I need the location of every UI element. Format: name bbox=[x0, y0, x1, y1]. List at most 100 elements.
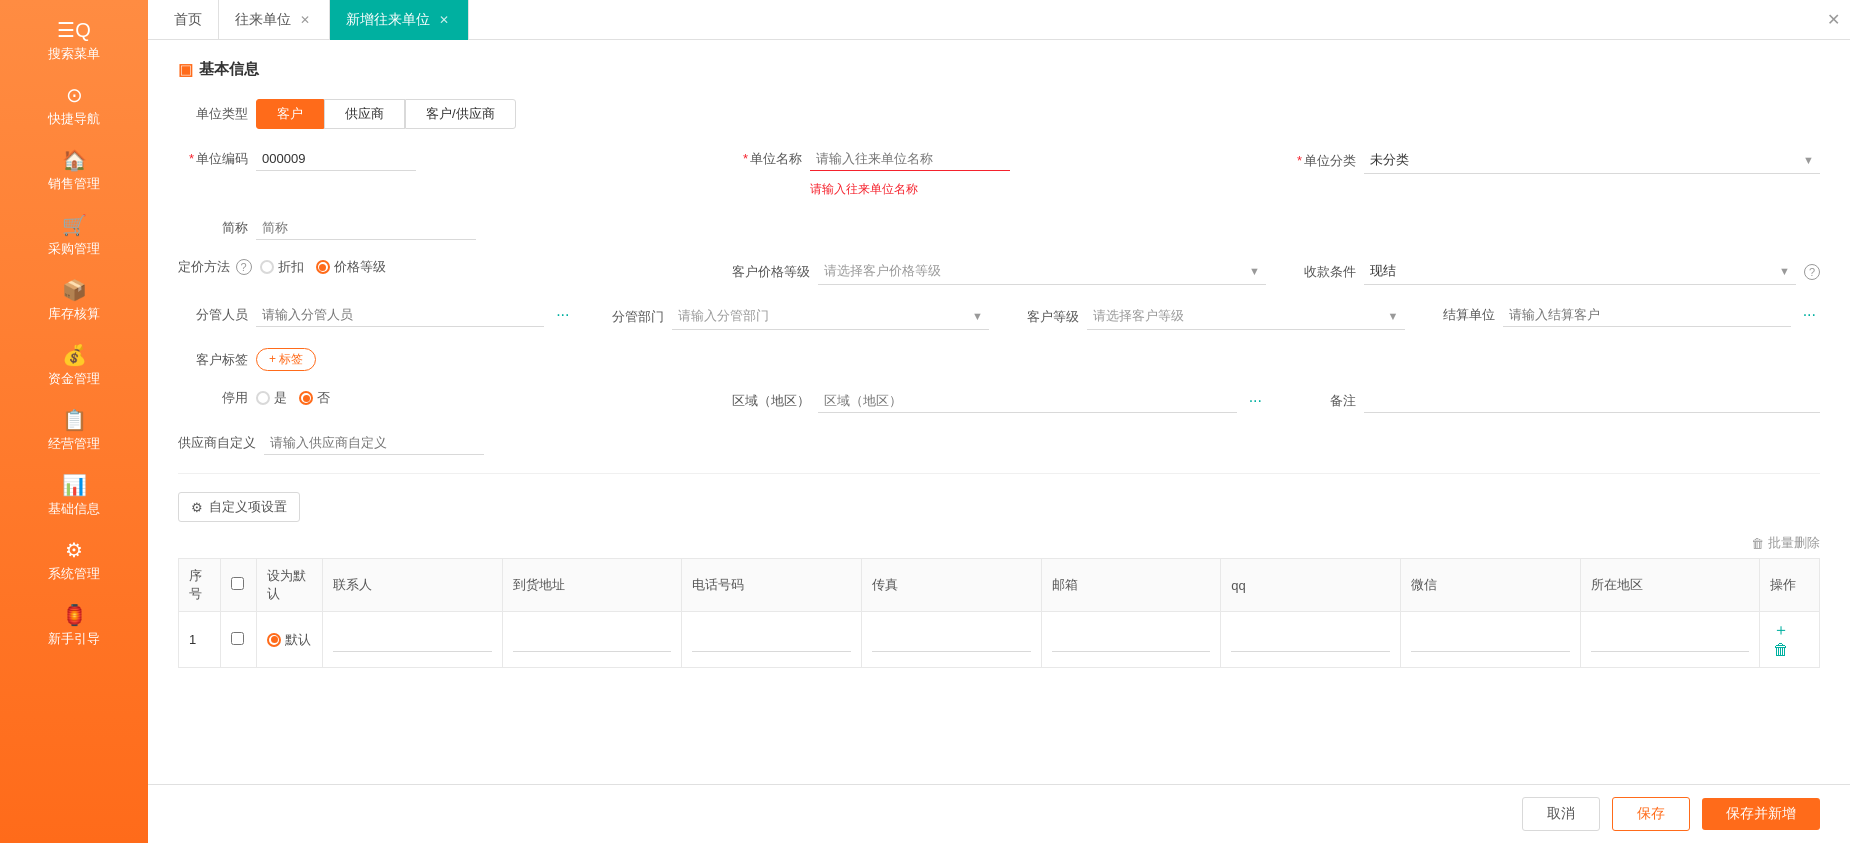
col-checkbox bbox=[221, 559, 257, 612]
radio-price-level-circle bbox=[316, 260, 330, 274]
field-customer-price-level: 客户价格等级 请选择客户价格等级 ▼ bbox=[732, 258, 1266, 285]
unit-type-row: 单位类型 客户 供应商 客户/供应商 bbox=[178, 99, 1820, 129]
manager-input[interactable] bbox=[256, 303, 544, 327]
customer-price-level-select[interactable]: 请选择客户价格等级 ▼ bbox=[818, 258, 1266, 285]
operations-icon: 📋 bbox=[62, 408, 87, 432]
sidebar-item-search[interactable]: ☰Q 搜索菜单 bbox=[0, 8, 148, 73]
gear-icon: ⚙ bbox=[191, 500, 203, 515]
fax-input[interactable] bbox=[872, 628, 1031, 652]
sidebar-item-quick-nav[interactable]: ⊙ 快捷导航 bbox=[0, 73, 148, 138]
cancel-button[interactable]: 取消 bbox=[1522, 797, 1600, 831]
form-row-pricing: 定价方法 ? 折扣 价格等级 客户价格 bbox=[178, 258, 1820, 285]
cell-email bbox=[1041, 612, 1221, 668]
tab-new-partner-close[interactable]: ✕ bbox=[436, 12, 452, 28]
save-button[interactable]: 保存 bbox=[1612, 797, 1690, 831]
tab-bar: 首页 往来单位 ✕ 新增往来单位 ✕ ✕ bbox=[148, 0, 1850, 40]
sidebar-item-purchase[interactable]: 🛒 采购管理 bbox=[0, 203, 148, 268]
tab-home-label: 首页 bbox=[174, 11, 202, 29]
region-input[interactable] bbox=[1591, 628, 1750, 652]
col-seq: 序号 bbox=[179, 559, 221, 612]
select-all-checkbox[interactable] bbox=[231, 577, 244, 590]
unit-name-input[interactable] bbox=[810, 147, 1010, 171]
close-all-tabs-button[interactable]: ✕ bbox=[1827, 10, 1840, 29]
area-label: 区域（地区） bbox=[732, 392, 810, 410]
section-info-icon: ▣ bbox=[178, 60, 193, 79]
email-input[interactable] bbox=[1052, 628, 1211, 652]
settlement-unit-input[interactable] bbox=[1503, 303, 1791, 327]
main-area: 首页 往来单位 ✕ 新增往来单位 ✕ ✕ ▣ 基本信息 单位类型 客户 供应商 … bbox=[148, 0, 1850, 843]
row-default-circle bbox=[267, 633, 281, 647]
settlement-unit-more-btn[interactable]: ··· bbox=[1799, 306, 1820, 324]
department-label: 分管部门 bbox=[594, 308, 664, 326]
department-select[interactable]: 请输入分管部门 ▼ bbox=[672, 303, 990, 330]
field-manager: 分管人员 ··· bbox=[178, 303, 574, 327]
payment-terms-select[interactable]: 现结 ▼ bbox=[1364, 258, 1796, 285]
radio-discount-circle bbox=[260, 260, 274, 274]
customer-level-arrow: ▼ bbox=[1388, 310, 1399, 322]
tab-partners[interactable]: 往来单位 ✕ bbox=[219, 0, 330, 40]
row-default-radio[interactable]: 默认 bbox=[267, 631, 312, 649]
sidebar-item-guide-label: 新手引导 bbox=[48, 630, 100, 648]
address-input[interactable] bbox=[513, 628, 672, 652]
payment-terms-help-icon[interactable]: ? bbox=[1804, 264, 1820, 280]
basic-icon: 📊 bbox=[62, 473, 87, 497]
form-row-manager: 分管人员 ··· 分管部门 请输入分管部门 ▼ 客户等级 请选择客户等级 ▼ 结… bbox=[178, 303, 1820, 330]
sidebar-item-basic[interactable]: 📊 基础信息 bbox=[0, 463, 148, 528]
contact-input[interactable] bbox=[333, 628, 492, 652]
tab-home[interactable]: 首页 bbox=[158, 0, 219, 40]
customer-price-level-placeholder: 请选择客户价格等级 bbox=[824, 262, 941, 280]
customer-level-select[interactable]: 请选择客户等级 ▼ bbox=[1087, 303, 1405, 330]
tab-partners-label: 往来单位 bbox=[235, 11, 291, 29]
form-content: ▣ 基本信息 单位类型 客户 供应商 客户/供应商 *单位编码 *单位名称 bbox=[148, 40, 1850, 784]
purchase-icon: 🛒 bbox=[62, 213, 87, 237]
pricing-help-icon[interactable]: ? bbox=[236, 259, 252, 275]
form-row-abbreviation: 简称 bbox=[178, 216, 1820, 240]
unit-name-error: 请输入往来单位名称 bbox=[810, 181, 918, 198]
tab-partners-close[interactable]: ✕ bbox=[297, 12, 313, 28]
sidebar-item-operations[interactable]: 📋 经营管理 bbox=[0, 398, 148, 463]
add-tag-button[interactable]: + 标签 bbox=[256, 348, 316, 371]
qq-input[interactable] bbox=[1231, 628, 1390, 652]
cell-region bbox=[1580, 612, 1760, 668]
disabled-label: 停用 bbox=[178, 389, 248, 407]
unit-category-select[interactable]: 未分类 ▼ bbox=[1364, 147, 1820, 174]
phone-input[interactable] bbox=[692, 628, 851, 652]
guide-icon: 🏮 bbox=[62, 603, 87, 627]
radio-discount[interactable]: 折扣 bbox=[260, 258, 304, 276]
unit-code-input[interactable] bbox=[256, 147, 416, 171]
sidebar-item-system[interactable]: ⚙ 系统管理 bbox=[0, 528, 148, 593]
delete-row-button[interactable]: 🗑 bbox=[1770, 641, 1792, 659]
sidebar-item-inventory[interactable]: 📦 库存核算 bbox=[0, 268, 148, 333]
area-input[interactable] bbox=[818, 389, 1237, 413]
col-action: 操作 bbox=[1760, 559, 1820, 612]
radio-price-level-dot bbox=[319, 264, 326, 271]
sidebar-item-guide[interactable]: 🏮 新手引导 bbox=[0, 593, 148, 658]
manager-more-btn[interactable]: ··· bbox=[552, 306, 573, 324]
batch-delete-label[interactable]: 批量删除 bbox=[1768, 534, 1820, 552]
tab-new-partner[interactable]: 新增往来单位 ✕ bbox=[330, 0, 469, 40]
abbreviation-input[interactable] bbox=[256, 216, 476, 240]
cell-contact bbox=[322, 612, 502, 668]
sidebar-item-sales[interactable]: 🏠 销售管理 bbox=[0, 138, 148, 203]
sidebar-item-finance[interactable]: 💰 资金管理 bbox=[0, 333, 148, 398]
remarks-input[interactable] bbox=[1364, 389, 1820, 413]
wechat-input[interactable] bbox=[1411, 628, 1570, 652]
payment-terms-arrow: ▼ bbox=[1779, 265, 1790, 277]
custom-settings-button[interactable]: ⚙ 自定义项设置 bbox=[178, 492, 300, 522]
table-header-row: 序号 设为默认 联系人 到货地址 电话号码 传真 邮箱 qq 微信 所在地区 操… bbox=[179, 559, 1820, 612]
radio-disabled-no[interactable]: 否 bbox=[299, 389, 330, 407]
field-pricing-method: 定价方法 ? 折扣 价格等级 bbox=[178, 258, 712, 276]
contacts-table: 序号 设为默认 联系人 到货地址 电话号码 传真 邮箱 qq 微信 所在地区 操… bbox=[178, 558, 1820, 668]
row-checkbox[interactable] bbox=[231, 632, 244, 645]
save-and-new-button[interactable]: 保存并新增 bbox=[1702, 798, 1820, 830]
unit-btn-supplier[interactable]: 供应商 bbox=[324, 99, 405, 129]
cell-default: 默认 bbox=[257, 612, 323, 668]
add-row-button[interactable]: ＋ bbox=[1770, 620, 1792, 641]
radio-price-level[interactable]: 价格等级 bbox=[316, 258, 386, 276]
radio-disabled-yes[interactable]: 是 bbox=[256, 389, 287, 407]
unit-btn-customer[interactable]: 客户 bbox=[256, 99, 324, 129]
area-more-btn[interactable]: ··· bbox=[1245, 392, 1266, 410]
radio-price-level-label: 价格等级 bbox=[334, 258, 386, 276]
unit-btn-both[interactable]: 客户/供应商 bbox=[405, 99, 516, 129]
supplier-custom-input[interactable] bbox=[264, 431, 484, 455]
